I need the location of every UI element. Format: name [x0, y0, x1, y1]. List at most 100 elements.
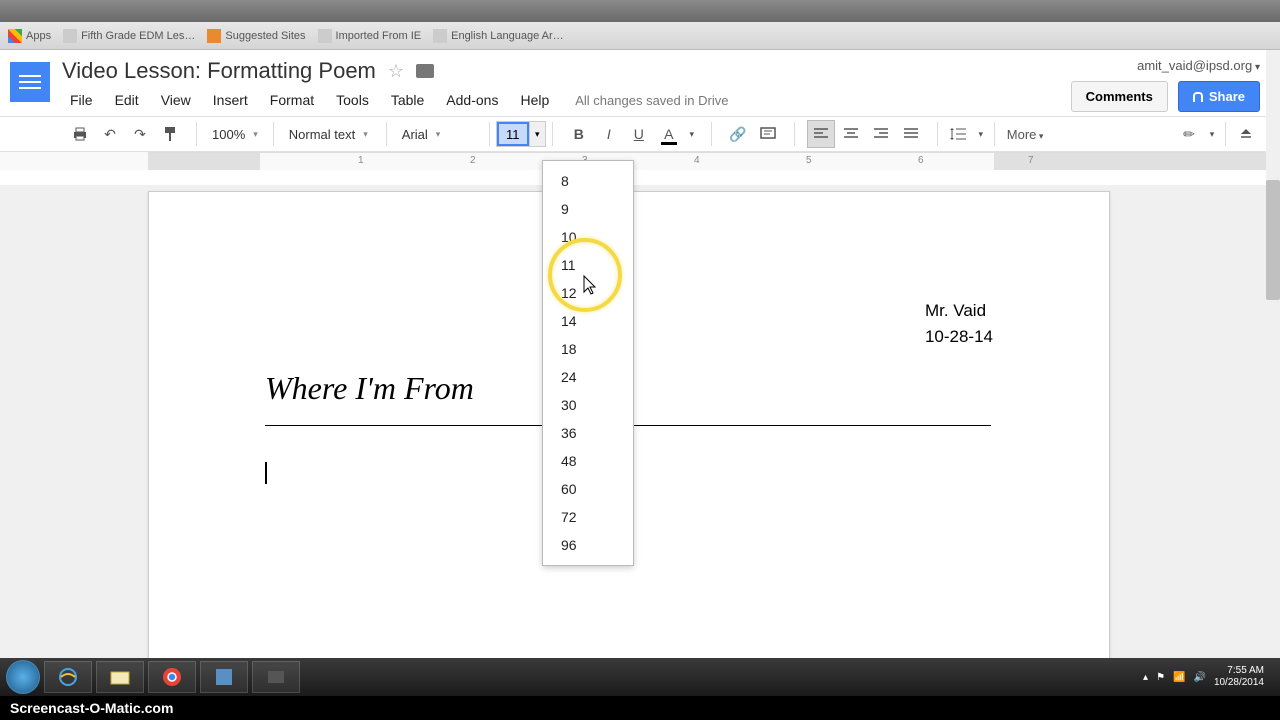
- taskbar-chrome[interactable]: [148, 661, 196, 693]
- font-size-option-60[interactable]: 60: [543, 475, 633, 503]
- lock-icon: [1193, 92, 1203, 102]
- share-button[interactable]: Share: [1178, 81, 1260, 112]
- insert-link-button[interactable]: 🔗: [724, 120, 752, 148]
- bold-button[interactable]: B: [565, 120, 593, 148]
- tray-network-icon[interactable]: 📶: [1173, 672, 1185, 683]
- ruler[interactable]: 1 2 3 4 5 6 7: [0, 152, 1280, 170]
- menu-insert[interactable]: Insert: [205, 88, 256, 112]
- font-size-option-11[interactable]: 11: [543, 251, 633, 279]
- underline-button[interactable]: U: [625, 120, 653, 148]
- scrollbar-thumb[interactable]: [1266, 180, 1280, 300]
- move-folder-icon[interactable]: [416, 64, 434, 78]
- taskbar-explorer[interactable]: [96, 661, 144, 693]
- document-header-right[interactable]: Mr. Vaid 10-28-14: [925, 298, 993, 349]
- font-size-dropdown-menu: 8 9 10 11 12 14 18 24 30 36 48 60 72 96: [542, 160, 634, 566]
- font-size-option-72[interactable]: 72: [543, 503, 633, 531]
- menubar: File Edit View Insert Format Tools Table…: [62, 88, 1059, 112]
- tray-time: 7:55 AM: [1214, 665, 1264, 677]
- taskbar-app-2[interactable]: [252, 661, 300, 693]
- system-tray[interactable]: ▴ ⚑ 📶 🔊 7:55 AM 10/28/2014: [1143, 665, 1274, 689]
- doc-date: 10-28-14: [925, 324, 993, 350]
- menu-help[interactable]: Help: [512, 88, 557, 112]
- menu-addons[interactable]: Add-ons: [438, 88, 506, 112]
- font-size-option-18[interactable]: 18: [543, 335, 633, 363]
- italic-button[interactable]: I: [595, 120, 623, 148]
- share-label: Share: [1209, 89, 1245, 104]
- print-button[interactable]: [66, 120, 94, 148]
- document-title[interactable]: Video Lesson: Formatting Poem: [62, 58, 376, 84]
- menu-format[interactable]: Format: [262, 88, 322, 112]
- tray-chevron-icon[interactable]: ▴: [1143, 672, 1148, 683]
- taskbar-app-1[interactable]: [200, 661, 248, 693]
- undo-button[interactable]: ↶: [96, 120, 124, 148]
- docs-header: Video Lesson: Formatting Poem ☆ File Edi…: [0, 50, 1280, 112]
- page-icon: [207, 29, 221, 43]
- font-size-option-9[interactable]: 9: [543, 195, 633, 223]
- insert-comment-button[interactable]: [754, 120, 782, 148]
- taskbar-ie[interactable]: [44, 661, 92, 693]
- menu-tools[interactable]: Tools: [328, 88, 377, 112]
- page-icon: [63, 29, 77, 43]
- bookmark-item[interactable]: Imported From IE: [318, 29, 422, 43]
- save-status: All changes saved in Drive: [575, 93, 728, 108]
- watermark-text: Screencast-O-Matic.com: [10, 700, 173, 716]
- editing-mode-button[interactable]: ✏: [1175, 120, 1203, 148]
- ruler-tick: 6: [918, 155, 924, 166]
- font-size-option-10[interactable]: 10: [543, 223, 633, 251]
- bookmark-item[interactable]: Suggested Sites: [207, 29, 305, 43]
- hide-menus-button[interactable]: [1232, 120, 1260, 148]
- ruler-tick: 7: [1028, 155, 1034, 166]
- font-size-option-36[interactable]: 36: [543, 419, 633, 447]
- toolbar-more[interactable]: More: [1001, 123, 1050, 146]
- align-right-button[interactable]: [867, 120, 895, 148]
- bookmark-item[interactable]: Fifth Grade EDM Les…: [63, 29, 195, 43]
- menu-table[interactable]: Table: [383, 88, 432, 112]
- bookmark-item[interactable]: English Language Ar…: [433, 29, 564, 43]
- font-size-option-48[interactable]: 48: [543, 447, 633, 475]
- bookmarks-bar: Apps Fifth Grade EDM Les… Suggested Site…: [0, 22, 1280, 50]
- font-size-control[interactable]: ▾: [496, 121, 546, 147]
- redo-button[interactable]: ↷: [126, 120, 154, 148]
- font-size-option-30[interactable]: 30: [543, 391, 633, 419]
- comments-button[interactable]: Comments: [1071, 81, 1168, 112]
- bookmark-label: English Language Ar…: [451, 30, 564, 42]
- vertical-scrollbar[interactable]: [1266, 50, 1280, 658]
- font-size-option-14[interactable]: 14: [543, 307, 633, 335]
- font-size-option-8[interactable]: 8: [543, 167, 633, 195]
- star-icon[interactable]: ☆: [388, 61, 404, 82]
- menu-edit[interactable]: Edit: [107, 88, 147, 112]
- bookmark-label: Apps: [26, 30, 51, 42]
- bookmark-label: Suggested Sites: [225, 30, 305, 42]
- line-spacing-dropdown[interactable]: ▾: [974, 120, 988, 148]
- text-color-button[interactable]: A: [655, 120, 683, 148]
- align-left-button[interactable]: [807, 120, 835, 148]
- font-size-option-96[interactable]: 96: [543, 531, 633, 559]
- document-canvas[interactable]: Mr. Vaid 10-28-14 Where I'm From: [0, 185, 1280, 658]
- toolbar: ↶ ↷ 100% Normal text Arial ▾ B I U A ▾ 🔗…: [0, 116, 1280, 152]
- paragraph-style-select[interactable]: Normal text: [280, 122, 380, 147]
- tray-volume-icon[interactable]: 🔊: [1193, 672, 1205, 683]
- menu-view[interactable]: View: [153, 88, 199, 112]
- align-center-button[interactable]: [837, 120, 865, 148]
- bookmark-apps[interactable]: Apps: [8, 29, 51, 43]
- ruler-tick: 5: [806, 155, 812, 166]
- text-color-dropdown[interactable]: ▾: [685, 120, 699, 148]
- line-spacing-button[interactable]: [944, 120, 972, 148]
- align-justify-button[interactable]: [897, 120, 925, 148]
- font-size-option-24[interactable]: 24: [543, 363, 633, 391]
- docs-logo[interactable]: [10, 62, 50, 102]
- font-size-dropdown-toggle[interactable]: ▾: [529, 122, 545, 146]
- user-email[interactable]: amit_vaid@ipsd.org: [1137, 58, 1260, 73]
- paint-format-button[interactable]: [156, 120, 184, 148]
- tray-flag-icon[interactable]: ⚑: [1156, 672, 1165, 683]
- font-size-option-12[interactable]: 12: [543, 279, 633, 307]
- font-family-select[interactable]: Arial: [393, 122, 483, 147]
- bookmark-label: Imported From IE: [336, 30, 422, 42]
- ruler-tick: 1: [358, 155, 364, 166]
- ruler-tick: 2: [470, 155, 476, 166]
- menu-file[interactable]: File: [62, 88, 101, 112]
- start-button[interactable]: [6, 660, 40, 694]
- font-size-input[interactable]: [497, 122, 529, 146]
- editing-mode-dropdown[interactable]: ▾: [1205, 120, 1219, 148]
- zoom-select[interactable]: 100%: [203, 122, 267, 147]
